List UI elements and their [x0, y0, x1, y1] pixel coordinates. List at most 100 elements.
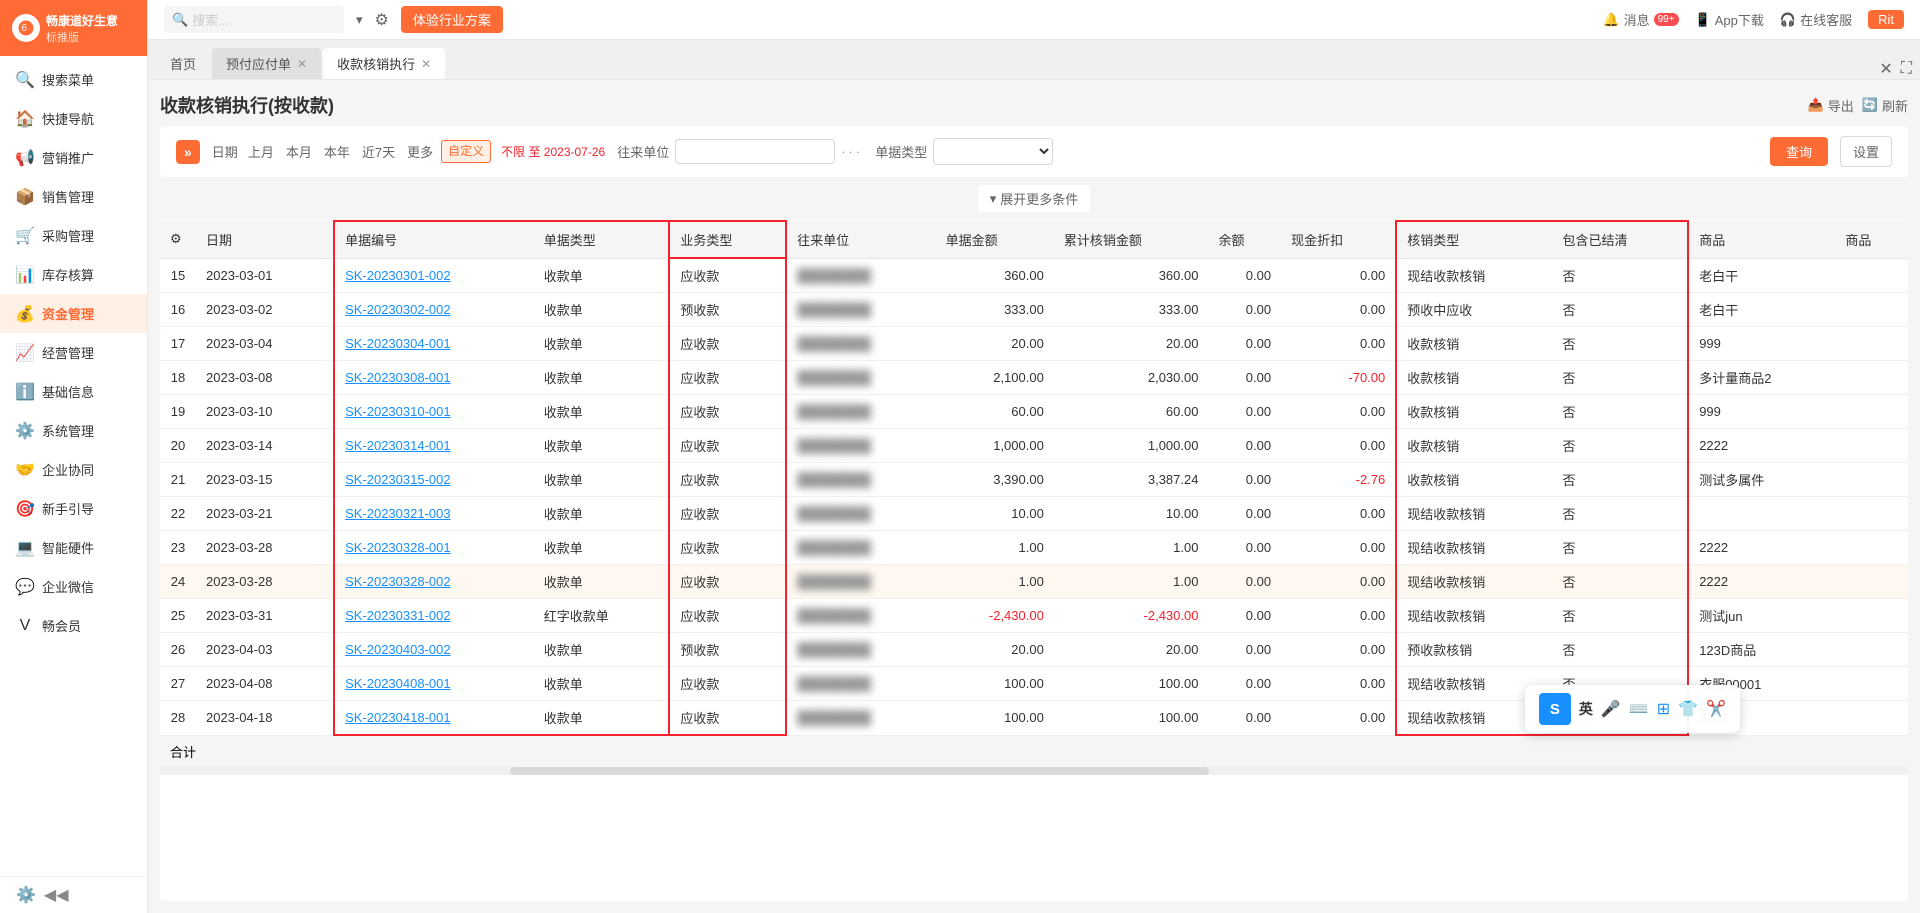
settings-button[interactable]: 设置: [1840, 136, 1892, 167]
doc-no-link[interactable]: SK-20230304-001: [345, 336, 451, 351]
refresh-button[interactable]: 🔄 刷新: [1862, 96, 1908, 115]
doc-no-link[interactable]: SK-20230315-002: [345, 472, 451, 487]
date-custom-button[interactable]: 自定义: [441, 140, 491, 163]
tab-prepay[interactable]: 预付应付单 ✕: [212, 48, 321, 79]
doc-no-link[interactable]: SK-20230328-001: [345, 540, 451, 555]
cell-doc-no: SK-20230302-002: [334, 293, 534, 327]
cell-doc-type: 红字收款单: [534, 599, 670, 633]
close-all-tabs-button[interactable]: ✕: [1879, 59, 1892, 79]
doc-no-link[interactable]: SK-20230328-002: [345, 574, 451, 589]
query-button[interactable]: 查询: [1770, 137, 1828, 166]
date-opt-this-month[interactable]: 本月: [282, 140, 316, 163]
doc-no-link[interactable]: SK-20230308-001: [345, 370, 451, 385]
watermark-scissors-icon[interactable]: ✂️: [1706, 699, 1726, 719]
settings-footer-icon[interactable]: ⚙️: [16, 885, 36, 905]
voucher-type-select[interactable]: [933, 138, 1053, 165]
date-opt-more[interactable]: 更多: [403, 140, 437, 163]
doc-no-link[interactable]: SK-20230403-002: [345, 642, 451, 657]
cell-cancel-type: 现结收款核销: [1396, 599, 1552, 633]
sidebar-item-guide[interactable]: 🎯 新手引导: [0, 489, 147, 528]
col-goods2[interactable]: 商品: [1835, 221, 1908, 258]
topbar-gear-icon[interactable]: ⚙: [375, 10, 389, 30]
expand-filter-button[interactable]: ▾ 展开更多条件: [978, 185, 1091, 212]
col-amount[interactable]: 单据金额: [936, 221, 1054, 258]
col-goods[interactable]: 商品: [1688, 221, 1835, 258]
app-download-button[interactable]: 📱 App下载: [1695, 10, 1764, 29]
watermark-shirt-icon[interactable]: 👕: [1678, 699, 1698, 719]
cell-date: 2023-03-28: [196, 565, 334, 599]
col-counterparty[interactable]: 往来单位: [786, 221, 935, 258]
horizontal-scrollbar[interactable]: [160, 767, 1908, 775]
col-biz-type[interactable]: 业务类型: [669, 221, 786, 258]
cell-counterparty: ████████: [786, 531, 935, 565]
sidebar-item-search[interactable]: 🔍 搜索菜单: [0, 60, 147, 99]
cell-cancel-type: 收款核销: [1396, 395, 1552, 429]
topbar-search-box[interactable]: 🔍 搜索...: [164, 6, 344, 33]
collapse-icon[interactable]: ◀◀: [44, 885, 69, 905]
sidebar-item-wechat[interactable]: 💬 企业微信: [0, 567, 147, 606]
sidebar-item-basic[interactable]: ℹ️ 基础信息: [0, 372, 147, 411]
sidebar-item-operations[interactable]: 📈 经营管理: [0, 333, 147, 372]
filter-toggle-button[interactable]: »: [176, 140, 200, 164]
col-gear[interactable]: ⚙: [160, 221, 196, 258]
sidebar-item-quicknav[interactable]: 🏠 快捷导航: [0, 99, 147, 138]
sidebar-item-sales[interactable]: 📦 销售管理: [0, 177, 147, 216]
sidebar-item-inventory[interactable]: 📊 库存核算: [0, 255, 147, 294]
doc-no-link[interactable]: SK-20230301-002: [345, 268, 451, 283]
sidebar-item-corp[interactable]: 🤝 企业协同: [0, 450, 147, 489]
sidebar-item-marketing[interactable]: 📢 营销推广: [0, 138, 147, 177]
col-date[interactable]: 日期: [196, 221, 334, 258]
cell-counterparty: ████████: [786, 395, 935, 429]
cell-amount: 333.00: [936, 293, 1054, 327]
messages-button[interactable]: 🔔 消息 99+: [1603, 10, 1678, 29]
scrollbar-thumb[interactable]: [510, 767, 1209, 775]
sidebar-item-member[interactable]: V 畅会员: [0, 606, 147, 645]
col-include-settled[interactable]: 包含已结清: [1552, 221, 1688, 258]
col-total-cancel[interactable]: 累计核销金额: [1054, 221, 1209, 258]
phone-icon: 📱: [1695, 12, 1711, 28]
export-button[interactable]: 📤 导出: [1808, 96, 1854, 115]
more-dots[interactable]: ···: [841, 144, 863, 159]
date-opt-this-year[interactable]: 本年: [320, 140, 354, 163]
topbar-dropdown[interactable]: ▾: [356, 12, 363, 28]
col-doc-no[interactable]: 单据编号: [334, 221, 534, 258]
col-balance[interactable]: 余额: [1208, 221, 1281, 258]
tab-collection[interactable]: 收款核销执行 ✕: [323, 48, 445, 79]
watermark-mic-icon[interactable]: 🎤: [1601, 699, 1621, 719]
cell-no: 25: [160, 599, 196, 633]
date-opt-last-month[interactable]: 上月: [244, 140, 278, 163]
counterparty-input[interactable]: [675, 139, 835, 164]
doc-no-link[interactable]: SK-20230314-001: [345, 438, 451, 453]
cell-biz-type: 预收款: [669, 293, 786, 327]
sidebar-item-purchase[interactable]: 🛒 采购管理: [0, 216, 147, 255]
tabs-right-actions: ✕ ⛶: [1879, 59, 1912, 79]
sidebar-item-system[interactable]: ⚙️ 系统管理: [0, 411, 147, 450]
cell-biz-type: 应收款: [669, 565, 786, 599]
doc-no-link[interactable]: SK-20230310-001: [345, 404, 451, 419]
doc-no-link[interactable]: SK-20230331-002: [345, 608, 451, 623]
cell-counterparty: ████████: [786, 258, 935, 293]
watermark-keyboard-icon[interactable]: ⌨️: [1629, 699, 1649, 719]
maximize-button[interactable]: ⛶: [1901, 60, 1912, 78]
online-service-button[interactable]: 🎧 在线客服: [1780, 10, 1852, 29]
tab-home[interactable]: 首页: [156, 48, 210, 79]
col-doc-type[interactable]: 单据类型: [534, 221, 670, 258]
col-cancel-type[interactable]: 核销类型: [1396, 221, 1552, 258]
sidebar-item-finance[interactable]: 💰 资金管理: [0, 294, 147, 333]
user-avatar[interactable]: Rit: [1868, 10, 1904, 29]
cell-cancel-type: 现结收款核销: [1396, 531, 1552, 565]
date-opt-7days[interactable]: 近7天: [358, 140, 399, 163]
tab-prepay-close[interactable]: ✕: [297, 57, 307, 71]
doc-no-link[interactable]: SK-20230418-001: [345, 710, 451, 725]
col-cash-discount[interactable]: 现金折扣: [1281, 221, 1396, 258]
solution-button[interactable]: 体验行业方案: [401, 6, 503, 33]
filter-bar: » 日期 上月 本月 本年 近7天 更多 自定义 不限 至 2023-07-26…: [160, 126, 1908, 177]
sidebar-item-hardware[interactable]: 💻 智能硬件: [0, 528, 147, 567]
watermark-grid-icon[interactable]: ⊞: [1657, 699, 1670, 719]
doc-no-link[interactable]: SK-20230302-002: [345, 302, 451, 317]
table-body: 15 2023-03-01 SK-20230301-002 收款单 应收款 ██…: [160, 258, 1908, 735]
cell-balance: 0.00: [1208, 497, 1281, 531]
tab-collection-close[interactable]: ✕: [421, 57, 431, 71]
doc-no-link[interactable]: SK-20230408-001: [345, 676, 451, 691]
doc-no-link[interactable]: SK-20230321-003: [345, 506, 451, 521]
